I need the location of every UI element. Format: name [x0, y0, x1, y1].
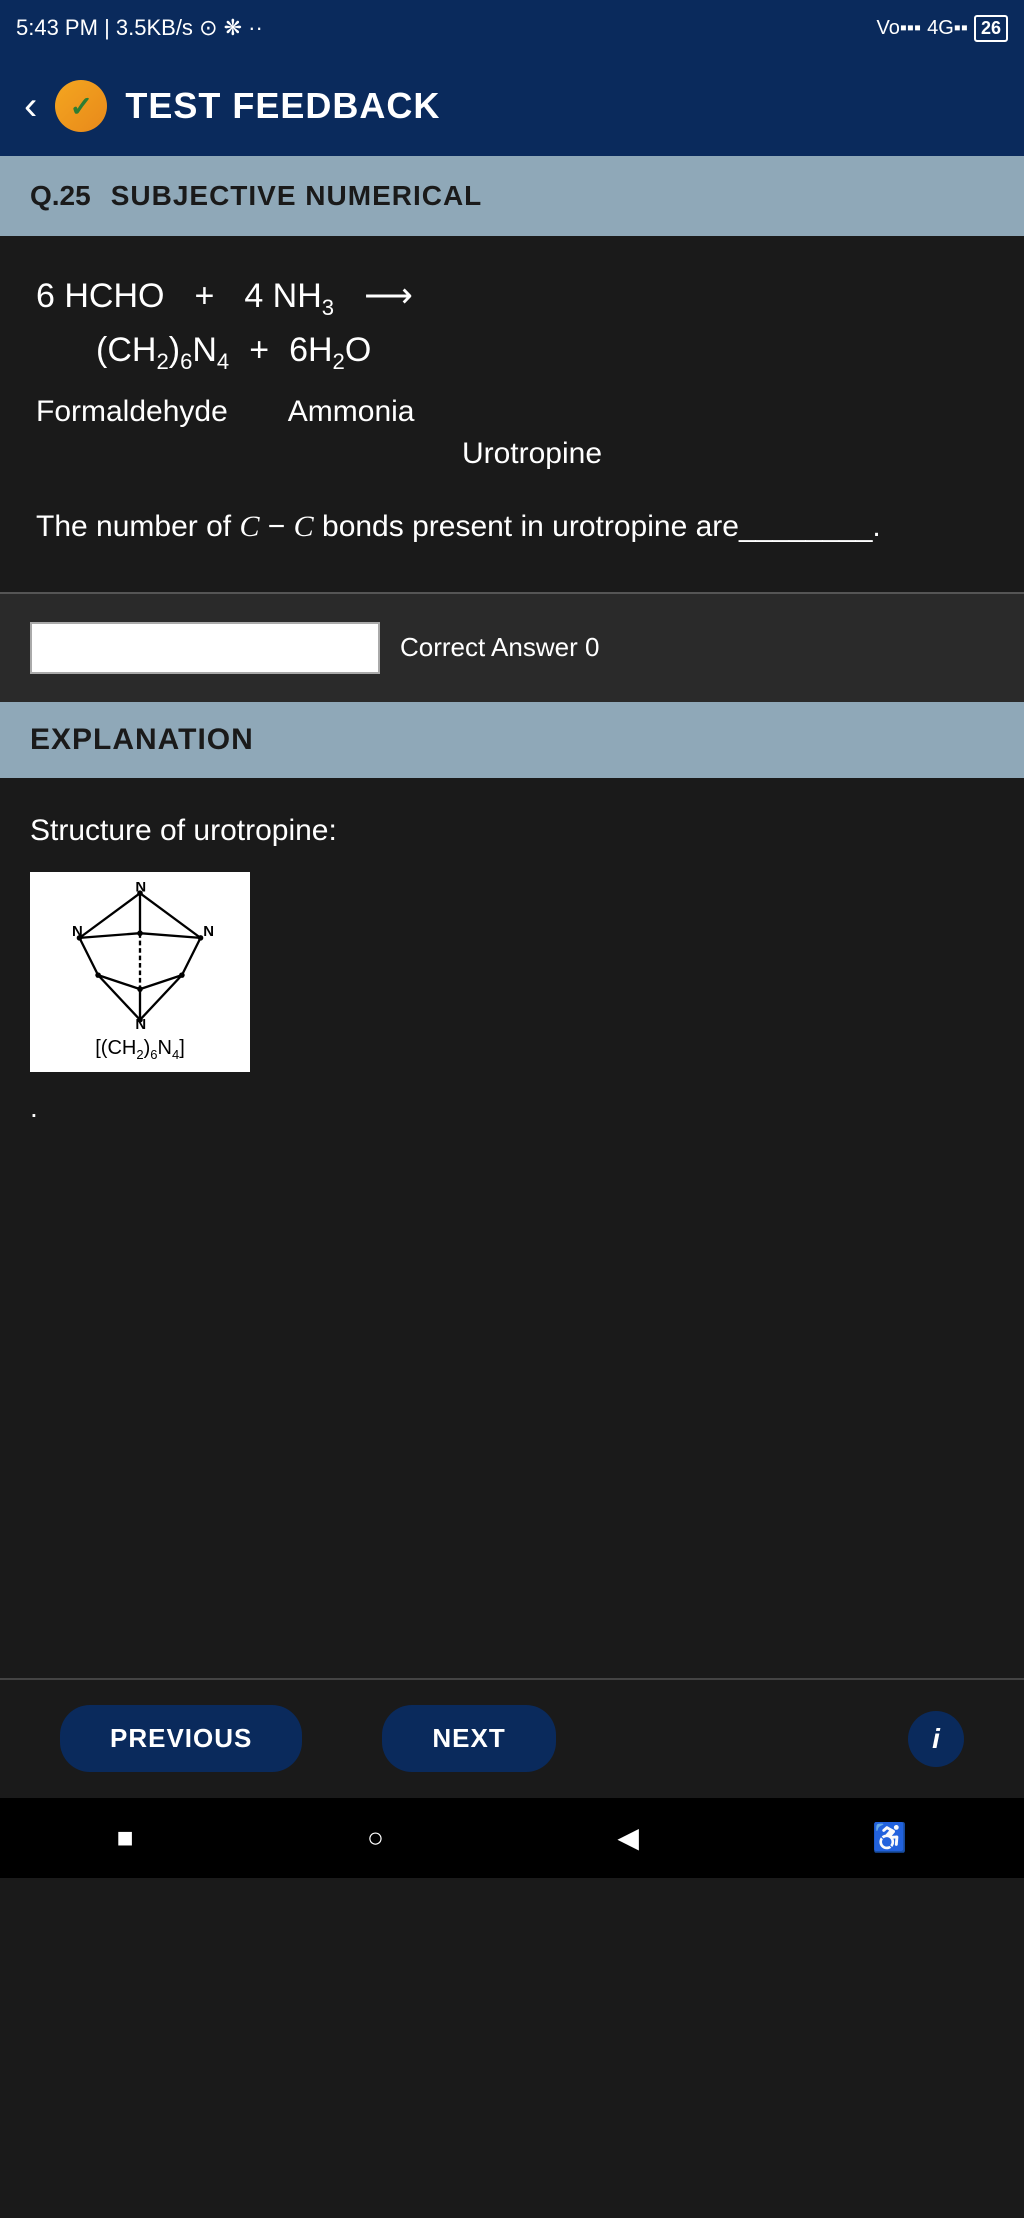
reactant-hcho: 6 HCHO [36, 277, 164, 316]
android-home-button[interactable]: ○ [367, 1822, 384, 1854]
android-recents-button[interactable]: ■ [117, 1822, 134, 1854]
reaction-arrow: ⟶ [364, 276, 413, 316]
ammonia-label: Ammonia [288, 395, 415, 429]
battery-indicator: 26 [974, 15, 1008, 42]
svg-text:N: N [135, 882, 146, 895]
status-icons: ⊙ ❋ ·· [199, 15, 263, 40]
urotropine-svg: N N N N [45, 882, 235, 1031]
plus-sign: + [194, 277, 214, 316]
signal-icon: Vo▪▪▪ [876, 17, 921, 40]
android-nav-bar: ■ ○ ◀ ♿ [0, 1798, 1024, 1878]
reaction-line2: (CH2)6N4 + 6H2O [36, 331, 988, 375]
android-accessibility-button[interactable]: ♿ [872, 1821, 907, 1854]
next-button[interactable]: NEXT [382, 1705, 555, 1772]
status-separator: | [104, 15, 116, 40]
question-text: The number of C − C bonds present in uro… [36, 501, 988, 552]
reactant-nh3: 4 NH3 [244, 277, 334, 321]
status-time: 5:43 PM [16, 15, 98, 40]
question-header: Q.25 SUBJECTIVE NUMERICAL [0, 156, 1024, 236]
formaldehyde-label: Formaldehyde [36, 395, 228, 429]
header-icon [55, 80, 107, 132]
svg-text:N: N [135, 1017, 146, 1031]
status-right-icons: Vo▪▪▪ 4G▪▪ 26 [876, 15, 1008, 42]
urotropine-label: Urotropine [36, 437, 988, 471]
status-bar: 5:43 PM | 3.5KB/s ⊙ ❋ ·· Vo▪▪▪ 4G▪▪ 26 [0, 0, 1024, 56]
lte-icon: 4G▪▪ [927, 17, 968, 40]
correct-answer-label: Correct Answer 0 [400, 632, 599, 663]
question-type: SUBJECTIVE NUMERICAL [111, 180, 483, 212]
status-speed: 3.5KB/s [116, 15, 193, 40]
status-time-speed: 5:43 PM | 3.5KB/s ⊙ ❋ ·· [16, 15, 263, 41]
explanation-title: EXPLANATION [30, 723, 254, 757]
explanation-header: EXPLANATION [0, 702, 1024, 778]
previous-button[interactable]: PREVIOUS [60, 1705, 302, 1772]
android-back-button[interactable]: ◀ [617, 1821, 639, 1854]
reaction-container: 6 HCHO + 4 NH3 ⟶ (CH2)6N4 + 6H2O Formald… [36, 276, 988, 471]
urotropine-structure: N N N N [(CH2)6N4] [30, 872, 250, 1072]
carbon-c1: C [239, 510, 259, 543]
reactant-labels: Formaldehyde Ammonia [36, 395, 988, 429]
question-body: 6 HCHO + 4 NH3 ⟶ (CH2)6N4 + 6H2O Formald… [0, 236, 1024, 592]
explanation-body: Structure of urotropine: [0, 778, 1024, 1678]
svg-text:N: N [203, 924, 214, 940]
header-title: TEST FEEDBACK [125, 85, 440, 127]
product-water: 6H2O [289, 331, 371, 375]
plus-sign2: + [249, 331, 269, 370]
structure-label: Structure of urotropine: [30, 814, 994, 848]
carbon-c2: C [294, 510, 314, 543]
answer-input-box[interactable] [30, 622, 380, 674]
bottom-navigation: PREVIOUS NEXT i [0, 1678, 1024, 1798]
back-button[interactable]: ‹ [24, 84, 37, 129]
dot: . [30, 1092, 994, 1124]
answer-section: Correct Answer 0 [0, 592, 1024, 702]
product-urotropine: (CH2)6N4 [96, 331, 229, 375]
info-button[interactable]: i [908, 1711, 964, 1767]
formula-label: [(CH2)6N4] [95, 1037, 185, 1062]
svg-text:N: N [72, 924, 83, 940]
question-number: Q.25 [30, 180, 91, 212]
reaction-line1: 6 HCHO + 4 NH3 ⟶ [36, 276, 988, 321]
app-header: ‹ TEST FEEDBACK [0, 56, 1024, 156]
